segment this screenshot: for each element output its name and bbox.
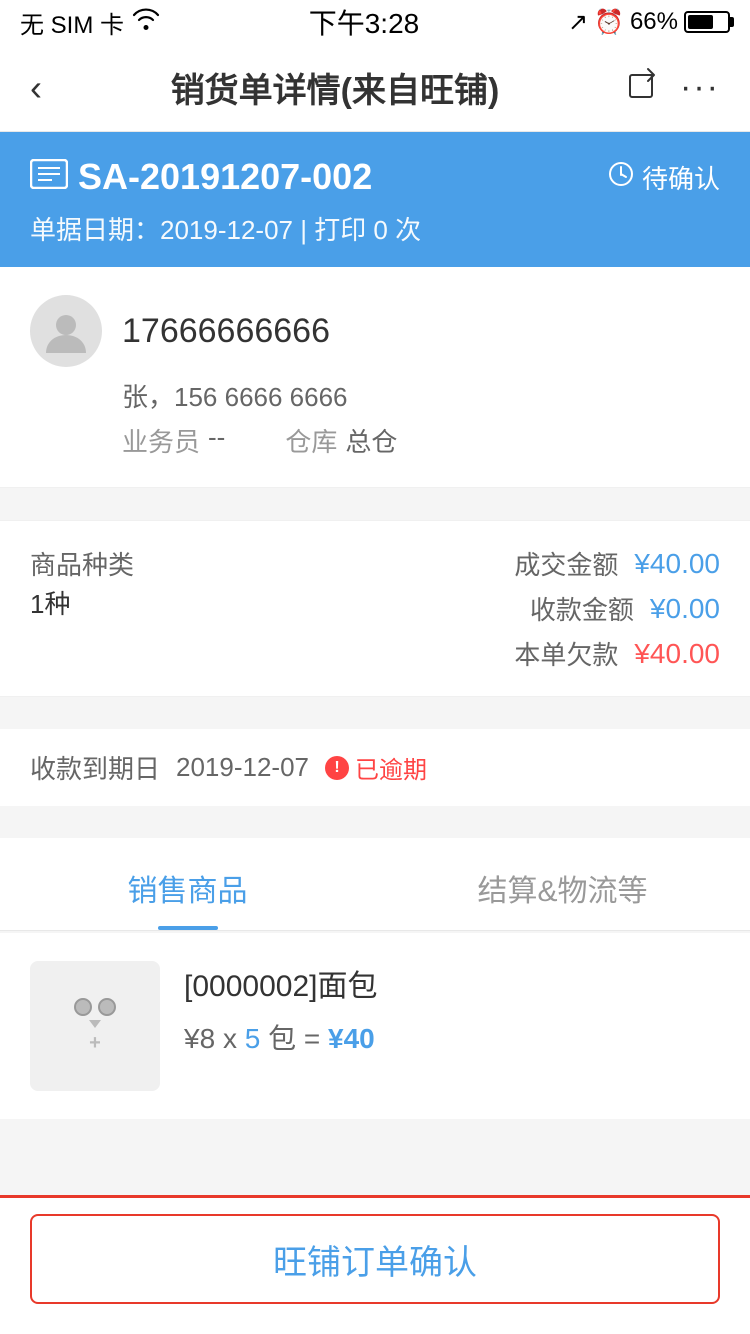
status-left: 无 SIM 卡 <box>20 5 160 40</box>
salesperson-item: 业务员 -- <box>122 422 225 459</box>
summary-left: 商品种类 1种 <box>30 545 134 621</box>
due-amount-item: 本单欠款 ¥40.00 <box>514 635 720 672</box>
order-status: 待确认 <box>608 159 720 196</box>
battery-icon <box>684 11 730 33</box>
clock-icon <box>608 161 634 194</box>
nav-actions: ··· <box>628 67 720 108</box>
divider-2 <box>0 697 750 713</box>
deal-amount-value: ¥40.00 <box>634 548 720 580</box>
customer-name-phone: 张，156 6666 6666 <box>30 377 720 414</box>
product-price: ¥8 x 5 包 = ¥40 <box>184 1017 720 1057</box>
product-quantity: 5 <box>245 1023 261 1054</box>
product-image: + <box>30 961 160 1091</box>
status-time: 下午3:28 <box>309 2 420 42</box>
carrier-label: 无 SIM 卡 <box>20 5 124 40</box>
collected-amount-item: 收款金额 ¥0.00 <box>530 590 720 627</box>
order-status-text: 待确认 <box>642 159 720 196</box>
owl-eye-left <box>74 998 92 1016</box>
warehouse-label: 仓库 <box>285 422 337 459</box>
battery-percent: 66% <box>630 8 678 36</box>
more-button[interactable]: ··· <box>680 68 720 107</box>
divider-1 <box>0 488 750 504</box>
tab-products[interactable]: 销售商品 <box>0 838 375 930</box>
product-section: + [0000002]面包 ¥8 x 5 包 = ¥40 <box>0 933 750 1119</box>
summary-row: 商品种类 1种 成交金额 ¥40.00 收款金额 ¥0.00 本单欠款 ¥40.… <box>30 545 720 672</box>
back-button[interactable]: ‹ <box>30 67 42 109</box>
owl-eyes <box>74 998 116 1016</box>
status-bar: 无 SIM 卡 下午3:28 ↗ ⏰ 66% <box>0 0 750 44</box>
confirm-button[interactable]: 旺铺订单确认 <box>30 1214 720 1304</box>
overdue-label: 已逾期 <box>355 750 427 785</box>
product-equals: = <box>304 1023 328 1054</box>
product-logo: + <box>74 998 116 1055</box>
due-date-label: 收款到期日 <box>30 749 160 786</box>
due-date-value: 2019-12-07 <box>176 752 309 783</box>
customer-meta: 业务员 -- 仓库 总仓 <box>30 422 720 459</box>
product-total: ¥40 <box>328 1023 375 1054</box>
salesperson-value: -- <box>208 422 225 459</box>
product-name: [0000002]面包 <box>184 961 720 1005</box>
avatar <box>30 295 102 367</box>
salesperson-label: 业务员 <box>122 422 200 459</box>
collected-amount-label: 收款金额 <box>530 590 634 627</box>
alarm-icon: ⏰ <box>594 8 624 37</box>
share-button[interactable] <box>628 67 660 108</box>
due-date-section: 收款到期日 2019-12-07 ! 已逾期 <box>0 729 750 806</box>
tab-settlement[interactable]: 结算&物流等 <box>375 838 750 930</box>
summary-right: 成交金额 ¥40.00 收款金额 ¥0.00 本单欠款 ¥40.00 <box>514 545 720 672</box>
product-unit-price: ¥8 <box>184 1023 215 1054</box>
collected-amount-value: ¥0.00 <box>650 593 720 625</box>
customer-row: 17666666666 <box>30 295 720 367</box>
customer-section: 17666666666 张，156 6666 6666 业务员 -- 仓库 总仓 <box>0 267 750 488</box>
order-banner: SA-20191207-002 待确认 单据日期：2019-12-07 | 打印… <box>0 132 750 267</box>
page-title: 销货单详情(来自旺铺) <box>171 63 500 112</box>
order-id: SA-20191207-002 <box>30 156 372 198</box>
overdue-badge: ! 已逾期 <box>325 750 427 785</box>
owl-beak <box>89 1020 101 1028</box>
warning-icon: ! <box>325 756 349 780</box>
order-banner-top: SA-20191207-002 待确认 <box>30 156 720 198</box>
deal-amount-label: 成交金额 <box>514 545 618 582</box>
location-icon: ↗ <box>568 8 588 37</box>
owl-eye-right <box>98 998 116 1016</box>
summary-section: 商品种类 1种 成交金额 ¥40.00 收款金额 ¥0.00 本单欠款 ¥40.… <box>0 520 750 697</box>
product-info: [0000002]面包 ¥8 x 5 包 = ¥40 <box>184 961 720 1057</box>
product-unit: 包 <box>268 1023 296 1054</box>
confirm-btn-wrap: 旺铺订单确认 <box>0 1195 750 1334</box>
customer-phone: 17666666666 <box>122 312 330 351</box>
product-item: + [0000002]面包 ¥8 x 5 包 = ¥40 <box>30 961 720 1091</box>
product-types-value: 1种 <box>30 584 134 621</box>
warehouse-item: 仓库 总仓 <box>285 422 397 459</box>
warehouse-value: 总仓 <box>345 422 397 459</box>
product-plus: + <box>89 1032 101 1055</box>
wifi-icon <box>132 8 160 37</box>
nav-bar: ‹ 销货单详情(来自旺铺) ··· <box>0 44 750 132</box>
order-date: 单据日期：2019-12-07 | 打印 0 次 <box>30 210 720 247</box>
due-amount-label: 本单欠款 <box>514 635 618 672</box>
due-amount-value: ¥40.00 <box>634 638 720 670</box>
deal-amount-item: 成交金额 ¥40.00 <box>514 545 720 582</box>
order-icon <box>30 156 68 198</box>
divider-3 <box>0 806 750 822</box>
tabs-bar: 销售商品 结算&物流等 <box>0 838 750 931</box>
product-multiply: x <box>223 1023 245 1054</box>
product-types-label: 商品种类 <box>30 545 134 582</box>
status-right: ↗ ⏰ 66% <box>568 8 730 37</box>
order-id-text: SA-20191207-002 <box>78 156 372 198</box>
